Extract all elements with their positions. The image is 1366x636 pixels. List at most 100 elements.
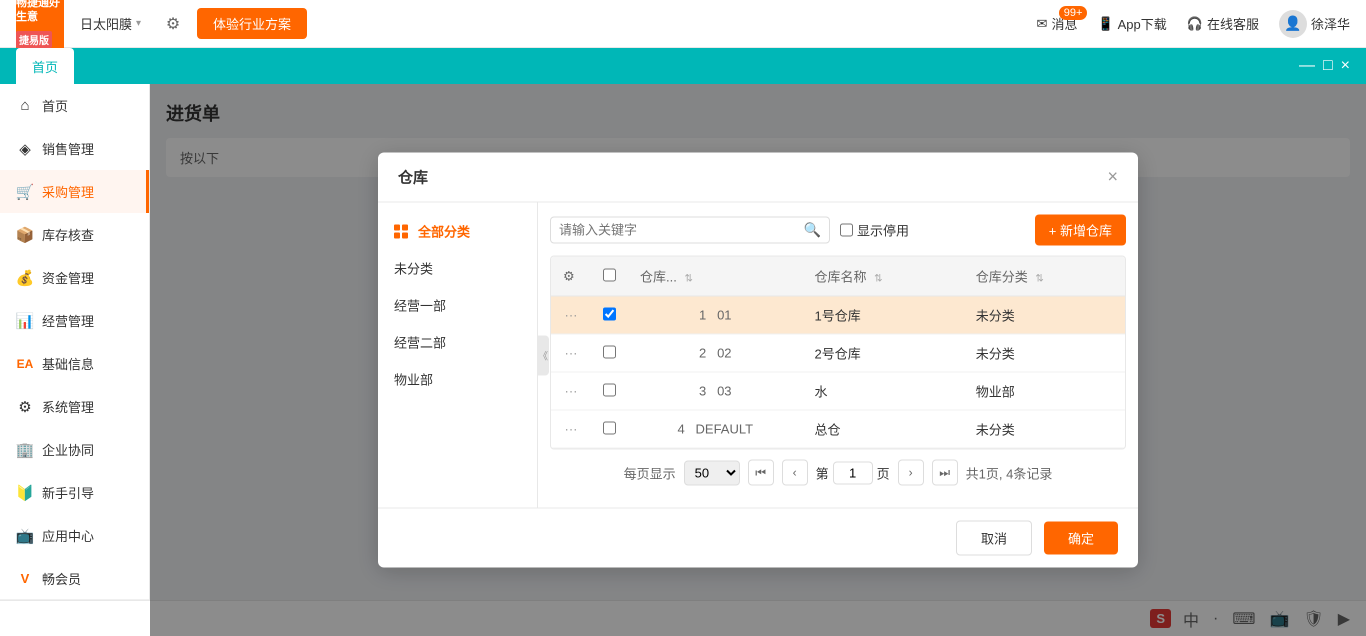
main-content: 进货单 按以下 仓库 × 《 (150, 84, 1366, 636)
cancel-btn[interactable]: 取消 (956, 521, 1032, 556)
prev-page-btn[interactable]: ‹ (782, 460, 808, 486)
table-row[interactable]: ··· 1 01 1号仓库 未分类 (551, 296, 1125, 334)
operation-icon: 📊 (16, 312, 34, 330)
cat-grid-icon (394, 224, 408, 238)
settings-icon[interactable]: ⚙ (157, 8, 189, 40)
search-input[interactable] (559, 223, 804, 238)
avatar: 👤 (1279, 10, 1307, 38)
category-panel: 《 全部分类 未分类 经营一部 (378, 203, 538, 508)
sidebar-item-apps[interactable]: 📺 应用中心 (0, 514, 149, 557)
row-checkbox[interactable] (603, 383, 616, 396)
sidebar-item-enterprise[interactable]: 🏢 企业协同 (0, 428, 149, 471)
row-num: 4 DEFAULT (628, 410, 803, 448)
user-btn[interactable]: 👤 徐泽华 (1279, 10, 1350, 38)
sidebar: ⌂ 首页 ◈ 销售管理 🛒 采购管理 📦 库存核查 💰 资金管理 📊 经营管理 … (0, 84, 150, 636)
row-more-icon[interactable]: ··· (565, 384, 578, 399)
close-window-icon[interactable]: × (1341, 57, 1350, 75)
sidebar-apps-label: 应用中心 (42, 526, 94, 545)
sidebar-item-guide[interactable]: 🔰 新手引导 (0, 471, 149, 514)
cat-op1-label: 经营一部 (394, 296, 446, 315)
table-toolbar: 🔍 显示停用 + 新增仓库 (550, 215, 1126, 246)
per-page-dropdown[interactable]: 50 20 100 (684, 460, 740, 485)
page-number-input[interactable] (833, 461, 873, 484)
dialog-body: 《 全部分类 未分类 经营一部 (378, 203, 1138, 508)
confirm-btn[interactable]: 确定 (1044, 522, 1118, 555)
sidebar-item-capital[interactable]: 💰 资金管理 (0, 256, 149, 299)
username: 徐泽华 (1311, 14, 1350, 33)
online-service-label: 在线客服 (1207, 14, 1259, 33)
sidebar-system-label: 系统管理 (42, 397, 94, 416)
topbar: 畅捷通好生意 捷易版 日太阳膜 ▾ ⚙ 体验行业方案 ✉ 消息 99+ 📱 Ap… (0, 0, 1366, 48)
home-icon: ⌂ (16, 97, 34, 115)
app-download-label: App下载 (1118, 14, 1167, 33)
system-icon: ⚙ (16, 398, 34, 416)
sidebar-item-purchase[interactable]: 🛒 采购管理 (0, 170, 149, 213)
category-sort-icon: ⇅ (1035, 274, 1043, 285)
sidebar-item-member[interactable]: V 畅会员 (0, 557, 149, 600)
minimize-icon[interactable]: — (1299, 57, 1315, 75)
row-category: 未分类 (964, 410, 1125, 448)
main-layout: ⌂ 首页 ◈ 销售管理 🛒 采购管理 📦 库存核查 💰 资金管理 📊 经营管理 … (0, 84, 1366, 636)
row-more-icon[interactable]: ··· (565, 346, 578, 361)
first-page-btn[interactable]: ⏮ (748, 460, 774, 486)
cat-item-op1[interactable]: 经营一部 (378, 287, 537, 324)
row-category: 物业部 (964, 372, 1125, 410)
cat-item-op2[interactable]: 经营二部 (378, 324, 537, 361)
online-service-btn[interactable]: 🎧 在线客服 (1187, 14, 1259, 33)
trial-btn[interactable]: 体验行业方案 (197, 8, 307, 39)
dialog-close-icon[interactable]: × (1107, 167, 1118, 188)
maximize-icon[interactable]: □ (1323, 57, 1333, 75)
table-panel: 🔍 显示停用 + 新增仓库 ⚙ (538, 203, 1138, 508)
branch-name: 日太阳膜 (80, 14, 132, 33)
add-warehouse-btn[interactable]: + 新增仓库 (1035, 215, 1126, 246)
settings-col-header: ⚙ (551, 257, 591, 297)
table-row[interactable]: ··· 3 03 水 物业部 (551, 372, 1125, 410)
row-more-icon[interactable]: ··· (565, 422, 578, 437)
row-checkbox[interactable] (603, 421, 616, 434)
guide-icon: 🔰 (16, 484, 34, 502)
code-sort-icon: ⇅ (684, 274, 692, 285)
show-disabled-checkbox[interactable] (840, 224, 853, 237)
last-page-btn[interactable]: ⏭ (932, 460, 958, 486)
page-total: 共1页, 4条记录 (966, 463, 1053, 482)
sidebar-member-label: 畅会员 (42, 569, 81, 588)
sidebar-purchase-label: 采购管理 (42, 182, 94, 201)
subnav-item-home[interactable]: 首页 (16, 48, 74, 84)
table-row[interactable]: ··· 2 02 2号仓库 未分类 (551, 334, 1125, 372)
category-col-header: 仓库分类 ⇅ (964, 257, 1125, 297)
app-download-btn[interactable]: 📱 App下载 (1097, 14, 1166, 33)
cat-none-label: 未分类 (394, 259, 433, 278)
search-box: 🔍 (550, 217, 830, 244)
sidebar-item-basic[interactable]: EA 基础信息 (0, 342, 149, 385)
row-checkbox-cell (591, 334, 628, 372)
sidebar-item-home[interactable]: ⌂ 首页 (0, 84, 149, 127)
show-disabled-label[interactable]: 显示停用 (840, 221, 909, 240)
inventory-icon: 📦 (16, 226, 34, 244)
sidebar-item-sales[interactable]: ◈ 销售管理 (0, 127, 149, 170)
next-page-btn[interactable]: › (898, 460, 924, 486)
cat-item-property[interactable]: 物业部 (378, 361, 537, 398)
row-settings-cell: ··· (551, 410, 591, 448)
member-icon: V (16, 570, 34, 588)
cat-item-all[interactable]: 全部分类 (378, 213, 537, 250)
basic-icon: EA (16, 355, 34, 373)
messages-btn[interactable]: ✉ 消息 99+ (1037, 14, 1078, 33)
sales-icon: ◈ (16, 140, 34, 158)
row-name: 水 (803, 372, 964, 410)
sidebar-item-system[interactable]: ⚙ 系统管理 (0, 385, 149, 428)
cat-collapse-btn[interactable]: 《 (537, 335, 549, 375)
row-more-icon[interactable]: ··· (565, 308, 578, 323)
cat-item-none[interactable]: 未分类 (378, 250, 537, 287)
dialog-header: 仓库 × (378, 153, 1138, 203)
row-checkbox[interactable] (603, 307, 616, 320)
table-row[interactable]: ··· 4 DEFAULT 总仓 未分类 (551, 410, 1125, 448)
select-all-checkbox[interactable] (603, 268, 616, 281)
branch-selector[interactable]: 日太阳膜 ▾ (80, 14, 145, 33)
row-settings-cell: ··· (551, 296, 591, 334)
sidebar-item-inventory[interactable]: 📦 库存核查 (0, 213, 149, 256)
branch-arrow-icon: ▾ (136, 18, 141, 29)
checkbox-col-header (591, 257, 628, 297)
search-icon[interactable]: 🔍 (804, 222, 821, 239)
row-checkbox[interactable] (603, 345, 616, 358)
sidebar-item-operation[interactable]: 📊 经营管理 (0, 299, 149, 342)
